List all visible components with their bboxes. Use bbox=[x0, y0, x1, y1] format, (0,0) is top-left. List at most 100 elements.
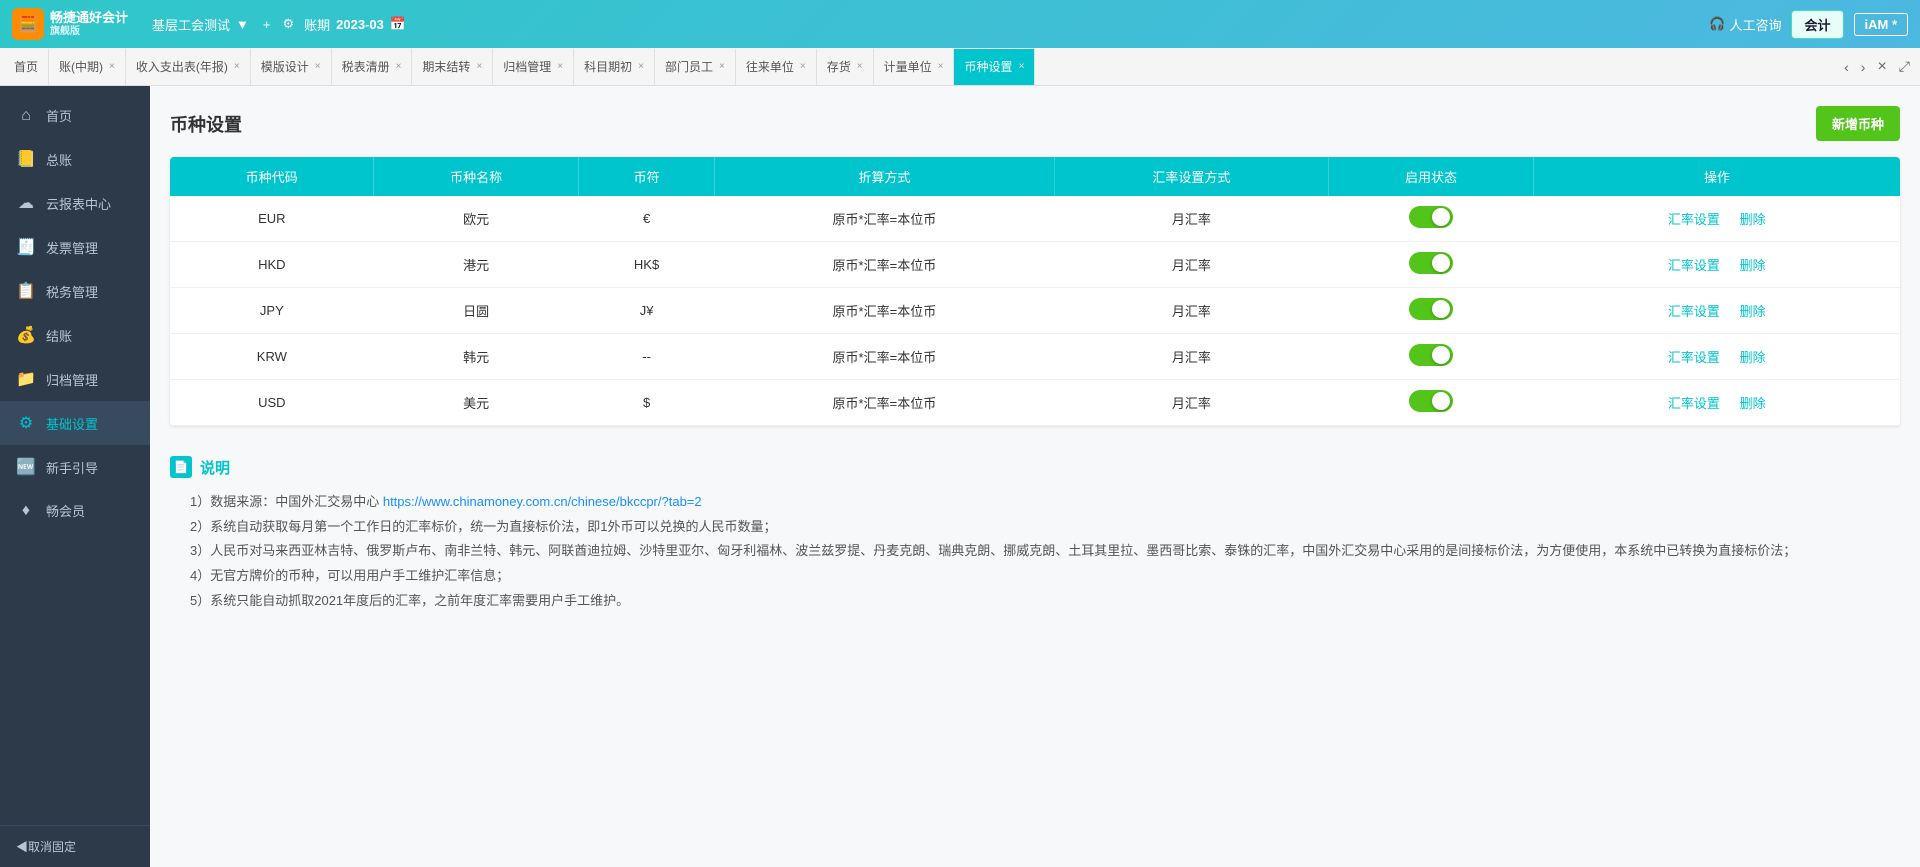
tab-tax-close[interactable]: × bbox=[396, 61, 402, 72]
table-row: USD 美元 $ 原币*汇率=本位币 月汇率 汇率设置 删除 bbox=[170, 380, 1900, 426]
app-body: ⌂ 首页 📒 总账 ☁ 云报表中心 🧾 发票管理 📋 税务管理 💰 结账 📁 归… bbox=[0, 86, 1920, 867]
note-item-4: 4）无官方牌价的币种，可以用用户手工维护汇率信息； bbox=[190, 564, 1900, 589]
tab-tax-label: 税表清册 bbox=[342, 58, 390, 75]
tab-period[interactable]: 账(中期) × bbox=[49, 49, 126, 85]
tab-currency[interactable]: 币种设置 × bbox=[954, 49, 1035, 85]
toggle-EUR[interactable] bbox=[1409, 206, 1453, 228]
cell-toggle[interactable] bbox=[1329, 334, 1534, 380]
delete-USD[interactable]: 删除 bbox=[1740, 396, 1766, 411]
service-button[interactable]: 🎧 人工咨询 bbox=[1709, 15, 1781, 34]
period-area: 账期 2023-03 📅 bbox=[304, 15, 406, 34]
tab-bar: 首页 账(中期) × 收入支出表(年报) × 模版设计 × 税表清册 × 期末结… bbox=[0, 48, 1920, 86]
tab-period-end[interactable]: 期末结转 × bbox=[412, 49, 493, 85]
calendar-icon[interactable]: 📅 bbox=[390, 16, 406, 32]
tab-income-close[interactable]: × bbox=[234, 61, 240, 72]
rate-setting-HKD[interactable]: 汇率设置 bbox=[1668, 258, 1720, 273]
settings-icon[interactable]: ⚙ bbox=[282, 16, 294, 32]
delete-HKD[interactable]: 删除 bbox=[1740, 258, 1766, 273]
cell-toggle[interactable] bbox=[1329, 380, 1534, 426]
tab-period-label: 账(中期) bbox=[59, 58, 103, 75]
sidebar-item-basic[interactable]: ⚙ 基础设置 bbox=[0, 401, 150, 445]
rate-setting-KRW[interactable]: 汇率设置 bbox=[1668, 350, 1720, 365]
sidebar: ⌂ 首页 📒 总账 ☁ 云报表中心 🧾 发票管理 📋 税务管理 💰 结账 📁 归… bbox=[0, 86, 150, 867]
tab-period-close[interactable]: × bbox=[109, 61, 115, 72]
cloud-icon: ☁ bbox=[16, 193, 36, 213]
sidebar-item-home[interactable]: ⌂ 首页 bbox=[0, 94, 150, 137]
tab-unit-close[interactable]: × bbox=[938, 61, 944, 72]
tab-dept-close[interactable]: × bbox=[719, 61, 725, 72]
sidebar-item-archive[interactable]: 📁 归档管理 bbox=[0, 357, 150, 401]
tab-dept-label: 部门员工 bbox=[665, 58, 713, 75]
delete-EUR[interactable]: 删除 bbox=[1740, 212, 1766, 227]
cell-toggle[interactable] bbox=[1329, 196, 1534, 242]
notes-list: 1）数据来源：中国外汇交易中心 https://www.chinamoney.c… bbox=[170, 490, 1900, 613]
sidebar-item-invoice[interactable]: 🧾 发票管理 bbox=[0, 225, 150, 269]
tab-prev-icon[interactable]: ‹ bbox=[1838, 59, 1855, 75]
top-bar: 🧮 畅捷通好会计 旗舰版 基层工会测试 ▼ + ⚙ 账期 2023-03 📅 🎧… bbox=[0, 0, 1920, 48]
tab-close-all-icon[interactable]: × bbox=[1871, 58, 1892, 76]
sidebar-item-member[interactable]: ♦ 畅会员 bbox=[0, 489, 150, 532]
add-company-icon[interactable]: + bbox=[263, 17, 271, 32]
cell-toggle[interactable] bbox=[1329, 288, 1534, 334]
tab-customer[interactable]: 往来单位 × bbox=[736, 49, 817, 85]
sidebar-item-guide[interactable]: 🆕 新手引导 bbox=[0, 445, 150, 489]
cell-code: JPY bbox=[170, 288, 374, 334]
cell-rate-type: 月汇率 bbox=[1054, 242, 1328, 288]
sidebar-item-ledger[interactable]: 📒 总账 bbox=[0, 137, 150, 181]
tab-template-close[interactable]: × bbox=[315, 61, 321, 72]
rate-setting-USD[interactable]: 汇率设置 bbox=[1668, 396, 1720, 411]
account-button[interactable]: 会计 bbox=[1791, 10, 1843, 39]
delete-JPY[interactable]: 删除 bbox=[1740, 304, 1766, 319]
main-content: 币种设置 新增币种 币种代码 币种名称 币符 折算方式 汇率设置方式 启用状态 … bbox=[150, 86, 1920, 867]
tab-subject-close[interactable]: × bbox=[638, 61, 644, 72]
tab-home[interactable]: 首页 bbox=[4, 49, 49, 85]
col-rate-type: 汇率设置方式 bbox=[1054, 157, 1328, 196]
tab-archive[interactable]: 归档管理 × bbox=[493, 49, 574, 85]
tab-customer-close[interactable]: × bbox=[800, 61, 806, 72]
tab-archive-close[interactable]: × bbox=[557, 61, 563, 72]
tab-currency-close[interactable]: × bbox=[1018, 61, 1024, 72]
currency-table: 币种代码 币种名称 币符 折算方式 汇率设置方式 启用状态 操作 EUR 欧元 … bbox=[170, 157, 1900, 426]
tax-icon: 📋 bbox=[16, 281, 36, 301]
cell-name: 日圆 bbox=[374, 288, 579, 334]
cell-toggle[interactable] bbox=[1329, 242, 1534, 288]
sidebar-invoice-label: 发票管理 bbox=[46, 238, 98, 257]
sidebar-item-tax[interactable]: 📋 税务管理 bbox=[0, 269, 150, 313]
rate-setting-JPY[interactable]: 汇率设置 bbox=[1668, 304, 1720, 319]
tab-tax[interactable]: 税表清册 × bbox=[332, 49, 413, 85]
tab-inventory-close[interactable]: × bbox=[857, 61, 863, 72]
tab-income[interactable]: 收入支出表(年报) × bbox=[126, 49, 251, 85]
tab-next-icon[interactable]: › bbox=[1855, 59, 1872, 75]
delete-KRW[interactable]: 删除 bbox=[1740, 350, 1766, 365]
user-label: iAM * bbox=[1854, 13, 1909, 36]
sidebar-pin[interactable]: ◀取消固定 bbox=[0, 826, 150, 867]
toggle-USD[interactable] bbox=[1409, 390, 1453, 412]
toggle-JPY[interactable] bbox=[1409, 298, 1453, 320]
cell-code: HKD bbox=[170, 242, 374, 288]
tab-subject[interactable]: 科目期初 × bbox=[574, 49, 655, 85]
cell-name: 港元 bbox=[374, 242, 579, 288]
company-selector[interactable]: 基层工会测试 ▼ + ⚙ bbox=[152, 15, 294, 34]
sidebar-checkout-label: 结账 bbox=[46, 326, 72, 345]
sidebar-guide-label: 新手引导 bbox=[46, 458, 98, 477]
tab-inventory[interactable]: 存货 × bbox=[817, 49, 874, 85]
toggle-KRW[interactable] bbox=[1409, 344, 1453, 366]
tab-unit[interactable]: 计量单位 × bbox=[874, 49, 955, 85]
logo-sub: 旗舰版 bbox=[50, 26, 128, 38]
tab-period-end-close[interactable]: × bbox=[476, 61, 482, 72]
table-row: JPY 日圆 J¥ 原币*汇率=本位币 月汇率 汇率设置 删除 bbox=[170, 288, 1900, 334]
new-currency-button[interactable]: 新增币种 bbox=[1816, 106, 1900, 141]
sidebar-item-checkout[interactable]: 💰 结账 bbox=[0, 313, 150, 357]
notes-section: 📄 说明 1）数据来源：中国外汇交易中心 https://www.chinamo… bbox=[170, 456, 1900, 613]
sidebar-item-reports[interactable]: ☁ 云报表中心 bbox=[0, 181, 150, 225]
sidebar-tax-label: 税务管理 bbox=[46, 282, 98, 301]
sidebar-basic-label: 基础设置 bbox=[46, 414, 98, 433]
toggle-HKD[interactable] bbox=[1409, 252, 1453, 274]
notes-link[interactable]: https://www.chinamoney.com.cn/chinese/bk… bbox=[383, 494, 702, 509]
tab-expand-icon[interactable]: ⤢ bbox=[1893, 58, 1916, 75]
toggle-knob bbox=[1432, 346, 1450, 364]
tab-template[interactable]: 模版设计 × bbox=[251, 49, 332, 85]
rate-setting-EUR[interactable]: 汇率设置 bbox=[1668, 212, 1720, 227]
tab-dept[interactable]: 部门员工 × bbox=[655, 49, 736, 85]
col-actions: 操作 bbox=[1534, 157, 1901, 196]
